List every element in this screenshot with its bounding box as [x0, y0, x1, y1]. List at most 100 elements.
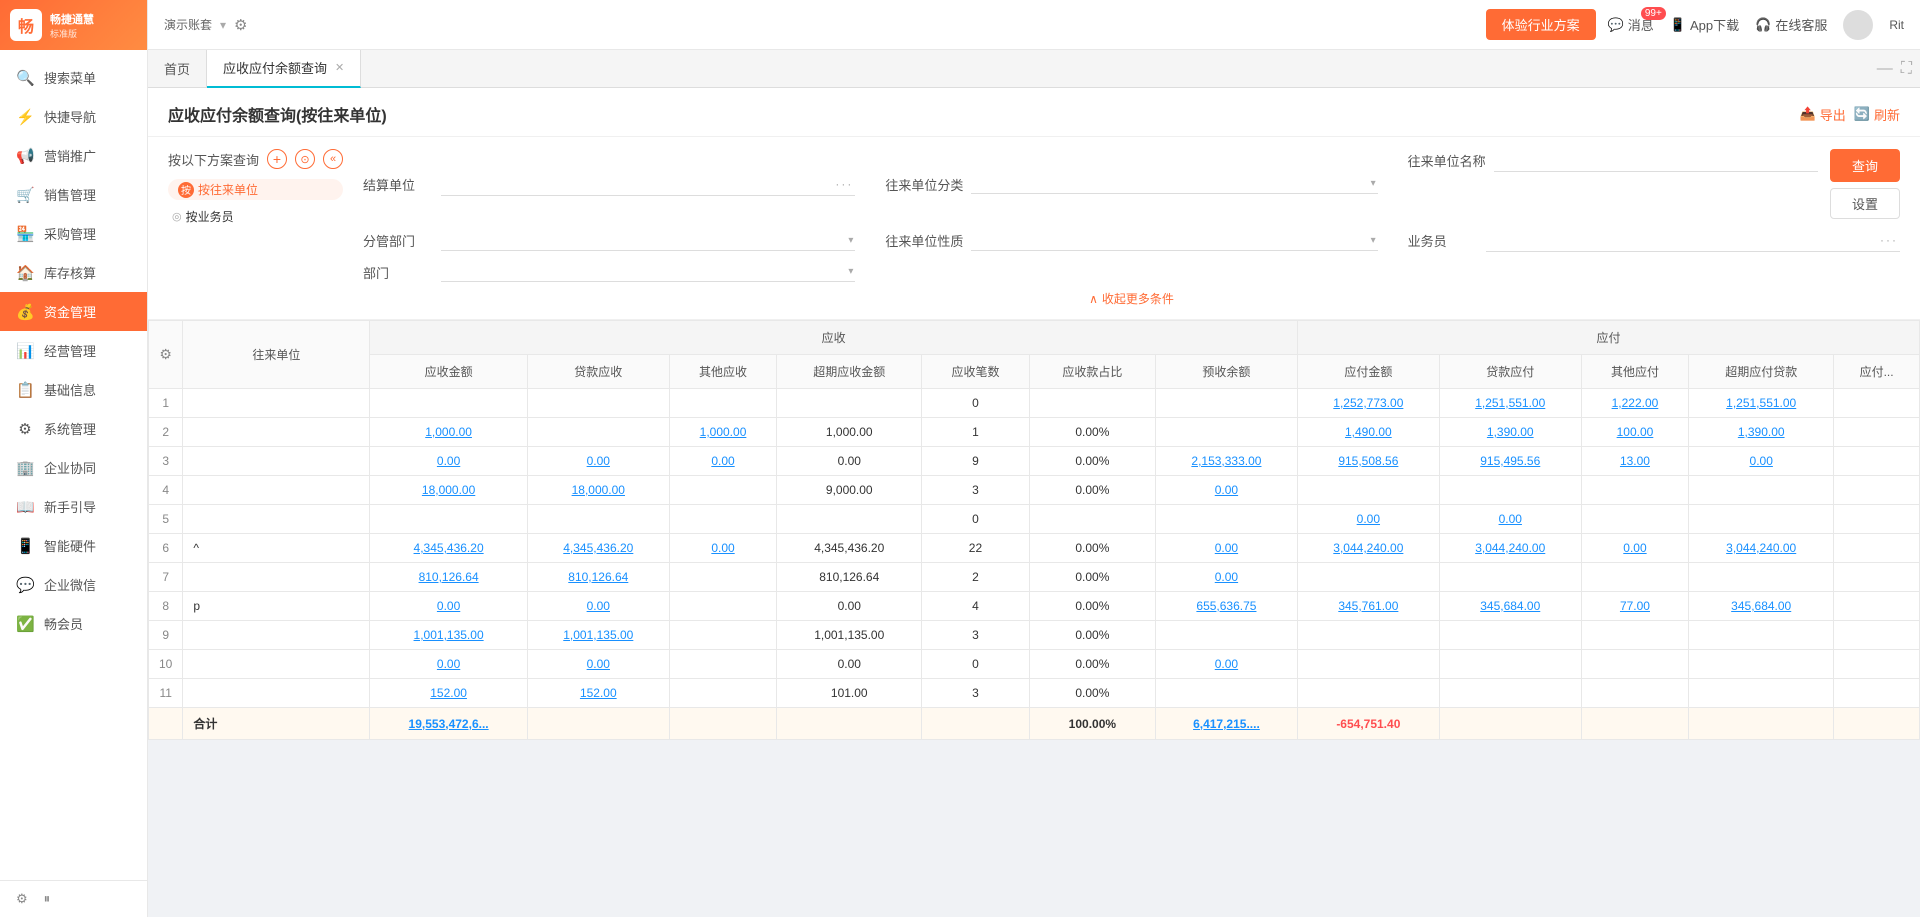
export-button[interactable]: 📤 导出 [1800, 105, 1846, 124]
tab-maximize-icon[interactable]: ⛶ [1901, 60, 1912, 78]
cell-ap-other[interactable]: 0.00 [1581, 534, 1689, 563]
cell-ar-prepay[interactable] [1155, 505, 1297, 534]
cell-ar-loan[interactable]: 0.00 [527, 447, 669, 476]
filter-partner-nature-select[interactable]: ▾ [971, 231, 1377, 251]
filter-chip-partner[interactable]: 按 按往来单位 [168, 179, 343, 200]
cell-ap-overdue[interactable]: 345,684.00 [1689, 592, 1834, 621]
cell-ar-other[interactable] [669, 621, 777, 650]
app-download[interactable]: 📱 App下载 [1670, 15, 1739, 34]
filter-chip-staff[interactable]: ◎ 按业务员 [168, 206, 343, 227]
header-gear-icon[interactable]: ⚙ [234, 16, 247, 34]
cell-ap-amount[interactable] [1297, 650, 1439, 679]
cell-ar-prepay[interactable]: 0.00 [1155, 476, 1297, 505]
filter-settings-icon[interactable]: ⊙ [295, 149, 315, 169]
cell-ap-other[interactable]: 100.00 [1581, 418, 1689, 447]
cell-ap-other[interactable]: 13.00 [1581, 447, 1689, 476]
cell-ap-loan[interactable]: 915,495.56 [1439, 447, 1581, 476]
filter-collapse-scheme-icon[interactable]: « [323, 149, 343, 169]
cell-ap-loan[interactable]: 345,684.00 [1439, 592, 1581, 621]
cell-ar-prepay[interactable] [1155, 679, 1297, 708]
cell-ap-amount[interactable]: 1,252,773.00 [1297, 389, 1439, 418]
settings-button[interactable]: 设置 [1830, 188, 1900, 219]
tab-close-icon[interactable]: ✕ [335, 61, 344, 74]
sidebar-item-system[interactable]: ⚙ 系统管理 [0, 409, 147, 448]
cell-ap-overdue[interactable] [1689, 563, 1834, 592]
cell-ap-loan[interactable]: 3,044,240.00 [1439, 534, 1581, 563]
cell-ap-overdue[interactable]: 1,390.00 [1689, 418, 1834, 447]
tab-minimize-icon[interactable]: — [1877, 60, 1893, 78]
cell-ar-loan[interactable]: 1,001,135.00 [527, 621, 669, 650]
filter-settlement-dots[interactable]: ··· [835, 177, 853, 191]
sidebar-item-hardware[interactable]: 📱 智能硬件 [0, 526, 147, 565]
cell-ap-other[interactable] [1581, 563, 1689, 592]
cell-ap-other[interactable] [1581, 476, 1689, 505]
cell-ap-loan[interactable]: 1,251,551.00 [1439, 389, 1581, 418]
cell-ar-amount[interactable]: 1,001,135.00 [370, 621, 528, 650]
cell-ar-prepay[interactable] [1155, 418, 1297, 447]
cell-ar-other[interactable]: 0.00 [669, 534, 777, 563]
promote-button[interactable]: 体验行业方案 [1486, 9, 1596, 40]
collapse-filter-btn[interactable]: ∧ 收起更多条件 [363, 290, 1900, 307]
sidebar-item-inventory[interactable]: 🏠 库存核算 [0, 253, 147, 292]
username[interactable]: Rit [1889, 18, 1904, 32]
cell-ap-overdue[interactable] [1689, 476, 1834, 505]
cell-ap-amount[interactable]: 1,490.00 [1297, 418, 1439, 447]
cell-ap-loan[interactable] [1439, 563, 1581, 592]
cell-ap-amount[interactable] [1297, 621, 1439, 650]
cell-ap-loan[interactable] [1439, 679, 1581, 708]
cell-ap-other[interactable] [1581, 621, 1689, 650]
cell-ap-other[interactable]: 77.00 [1581, 592, 1689, 621]
cell-ar-other[interactable]: 0.00 [669, 447, 777, 476]
cell-ar-other[interactable] [669, 563, 777, 592]
cell-ap-other[interactable] [1581, 679, 1689, 708]
sidebar-item-quick-nav[interactable]: ⚡ 快捷导航 [0, 97, 147, 136]
cell-ar-amount[interactable]: 0.00 [370, 447, 528, 476]
cell-ap-overdue[interactable]: 1,251,551.00 [1689, 389, 1834, 418]
cell-ar-prepay[interactable]: 655,636.75 [1155, 592, 1297, 621]
cell-ap-loan[interactable]: 0.00 [1439, 505, 1581, 534]
cell-ap-overdue[interactable] [1689, 621, 1834, 650]
cell-ap-loan[interactable] [1439, 476, 1581, 505]
tab-ar-ap[interactable]: 应收应付余额查询 ✕ [207, 50, 361, 88]
cell-ap-loan[interactable]: 1,390.00 [1439, 418, 1581, 447]
sidebar-item-sales[interactable]: 🛒 销售管理 [0, 175, 147, 214]
cell-ar-loan[interactable]: 18,000.00 [527, 476, 669, 505]
cell-ar-prepay[interactable]: 0.00 [1155, 534, 1297, 563]
sidebar-item-finance[interactable]: 💰 资金管理 [0, 292, 147, 331]
online-service[interactable]: 🎧 在线客服 [1755, 15, 1827, 34]
cell-ap-amount[interactable] [1297, 476, 1439, 505]
cell-ap-amount[interactable]: 345,761.00 [1297, 592, 1439, 621]
cell-ar-other[interactable] [669, 476, 777, 505]
sidebar-item-wechat[interactable]: 💬 企业微信 [0, 565, 147, 604]
cell-ar-prepay[interactable]: 0.00 [1155, 650, 1297, 679]
cell-ar-prepay[interactable]: 2,153,333.00 [1155, 447, 1297, 476]
filter-partner-name-input[interactable] [1494, 149, 1818, 172]
filter-salesperson-select[interactable]: ··· [1486, 229, 1900, 252]
sidebar-settings-btn[interactable]: ⚙ [16, 891, 28, 907]
cell-ap-amount[interactable] [1297, 563, 1439, 592]
cell-ar-other[interactable] [669, 505, 777, 534]
filter-dept-select[interactable]: ▾ [441, 262, 855, 282]
filter-dept-manager-select[interactable]: ▾ [441, 231, 855, 251]
cell-ap-other[interactable]: 1,222.00 [1581, 389, 1689, 418]
sidebar-item-basic[interactable]: 📋 基础信息 [0, 370, 147, 409]
cell-ap-amount[interactable] [1297, 679, 1439, 708]
filter-settlement-select[interactable]: ··· [441, 173, 855, 196]
table-settings-icon[interactable]: ⚙ [159, 346, 172, 362]
cell-ap-other[interactable] [1581, 650, 1689, 679]
cell-ar-other[interactable] [669, 679, 777, 708]
cell-ar-other[interactable] [669, 592, 777, 621]
cell-ap-overdue[interactable]: 3,044,240.00 [1689, 534, 1834, 563]
cell-ar-amount[interactable]: 1,000.00 [370, 418, 528, 447]
footer-ar-prepay[interactable]: 6,417,215.... [1155, 708, 1297, 740]
query-button[interactable]: 查询 [1830, 149, 1900, 182]
cell-ar-amount[interactable]: 4,345,436.20 [370, 534, 528, 563]
cell-ap-overdue[interactable] [1689, 650, 1834, 679]
cell-ap-loan[interactable] [1439, 621, 1581, 650]
cell-ar-other[interactable] [669, 389, 777, 418]
cell-ar-loan[interactable]: 810,126.64 [527, 563, 669, 592]
cell-ar-amount[interactable]: 18,000.00 [370, 476, 528, 505]
cell-ap-amount[interactable]: 0.00 [1297, 505, 1439, 534]
cell-ar-prepay[interactable] [1155, 389, 1297, 418]
cell-ar-loan[interactable] [527, 418, 669, 447]
